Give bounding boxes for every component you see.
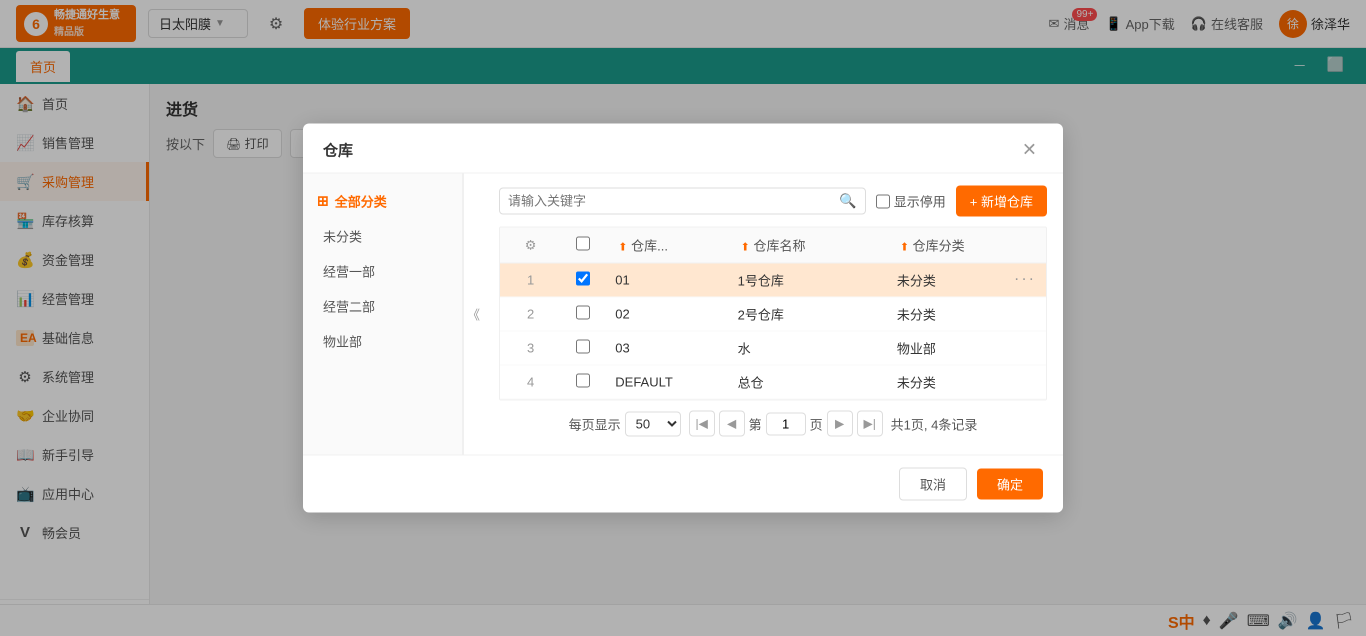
add-warehouse-button[interactable]: + 新增仓库 [956,186,1047,217]
table-row[interactable]: 3 03 水 物业部 [500,331,1046,365]
per-page-label: 每页显示 [569,414,621,433]
confirm-button[interactable]: 确定 [977,469,1043,500]
row-checkbox[interactable] [576,340,590,354]
row-category: 物业部 [887,331,1046,365]
col-checkbox-header [561,228,605,264]
prev-page-btn[interactable]: ◀ [719,411,745,437]
modal-header: 仓库 ✕ [303,124,1063,174]
warehouse-table: ⚙ ⬆ 仓库... ⬆ 仓库名称 [499,227,1047,401]
sidebar-collapse-button[interactable]: 《 [463,174,483,455]
cancel-button[interactable]: 取消 [899,468,967,501]
category-item-dept1[interactable]: 经营一部 [303,254,462,289]
warehouse-table-element: ⚙ ⬆ 仓库... ⬆ 仓库名称 [500,228,1046,400]
modal-close-icon[interactable]: ✕ [1016,138,1043,163]
col-category-header: ⬆ 仓库分类 [887,228,1046,264]
all-categories-item[interactable]: ⊞ 全部分类 [303,184,462,219]
modal-main-area: 🔍 显示停用 + 新增仓库 ⚙ [483,174,1063,455]
row-checkbox-cell [561,331,605,365]
show-disabled-label[interactable]: 显示停用 [876,192,946,211]
col-code-label: 仓库... [631,239,668,254]
col-category-label: 仓库分类 [913,239,965,254]
search-bar: 🔍 显示停用 + 新增仓库 [499,186,1047,217]
all-categories-label: 全部分类 [335,192,387,211]
next-page-btn[interactable]: ▶ [827,411,853,437]
per-page-select[interactable]: 50 10 20 100 [625,411,681,436]
modal-body: ⊞ 全部分类 未分类 经营一部 经营二部 物业部 [303,174,1063,455]
search-input[interactable] [508,194,839,209]
col-settings-header: ⚙ [500,228,561,264]
show-disabled-checkbox[interactable] [876,194,890,208]
select-all-checkbox[interactable] [576,237,590,251]
row-number: 4 [500,365,561,399]
category-label-0: 未分类 [323,230,362,245]
search-input-wrap: 🔍 [499,188,866,215]
row-name: 总仓 [728,365,887,399]
category-label-3: 物业部 [323,335,362,350]
sort-icon-name: ⬆ [741,242,750,254]
table-row[interactable]: 1 01 1号仓库 未分类··· [500,263,1046,297]
category-item-property[interactable]: 物业部 [303,324,462,359]
row-checkbox-cell [561,297,605,331]
row-code: 03 [605,331,727,365]
row-category: 未分类 [887,297,1046,331]
modal-footer: 取消 确定 [303,455,1063,513]
row-name: 水 [728,331,887,365]
col-name-label: 仓库名称 [754,239,806,254]
row-number: 2 [500,297,561,331]
row-code: DEFAULT [605,365,727,399]
category-label-1: 经营一部 [323,265,375,280]
grid-icon: ⊞ [317,193,329,210]
per-page-selector: 每页显示 50 10 20 100 [569,411,681,436]
first-page-btn[interactable]: |◀ [689,411,715,437]
last-page-btn[interactable]: ▶| [857,411,883,437]
row-category: 未分类 [887,365,1046,399]
col-name-header: ⬆ 仓库名称 [728,228,887,264]
row-name: 1号仓库 [728,263,887,297]
row-checkbox-cell [561,263,605,297]
modal-sidebar-wrap: ⊞ 全部分类 未分类 经营一部 经营二部 物业部 [303,174,483,455]
page-unit: 页 [810,414,823,433]
settings-col-icon: ⚙ [525,237,537,252]
category-item-dept2[interactable]: 经营二部 [303,289,462,324]
sort-icon-code: ⬆ [618,242,627,254]
warehouse-modal: 仓库 ✕ ⊞ 全部分类 未分类 经营一部 经营二部 [303,124,1063,513]
category-item-unclassified[interactable]: 未分类 [303,219,462,254]
row-number: 3 [500,331,561,365]
row-checkbox-cell [561,365,605,399]
category-label-2: 经营二部 [323,300,375,315]
search-icon: 🔍 [839,193,856,210]
row-actions-icon[interactable]: ··· [1014,271,1036,289]
pagination: 每页显示 50 10 20 100 |◀ ◀ 第 页 ▶ ▶| [499,401,1047,443]
row-code: 02 [605,297,727,331]
table-row[interactable]: 2 02 2号仓库 未分类 [500,297,1046,331]
page-label: 第 [749,414,762,433]
modal-title: 仓库 [323,140,353,161]
row-number: 1 [500,263,561,297]
row-checkbox[interactable] [576,306,590,320]
row-code: 01 [605,263,727,297]
row-category: 未分类··· [887,263,1046,297]
sort-icon-cat: ⬆ [900,242,909,254]
row-checkbox[interactable] [576,272,590,286]
row-name: 2号仓库 [728,297,887,331]
page-summary: 共1页, 4条记录 [891,414,978,433]
page-number-input[interactable] [766,412,806,435]
modal-category-sidebar: ⊞ 全部分类 未分类 经营一部 经营二部 物业部 [303,174,463,455]
table-row[interactable]: 4 DEFAULT 总仓 未分类 [500,365,1046,399]
col-code-header: ⬆ 仓库... [605,228,727,264]
page-navigation: |◀ ◀ 第 页 ▶ ▶| [689,411,883,437]
row-checkbox[interactable] [576,374,590,388]
